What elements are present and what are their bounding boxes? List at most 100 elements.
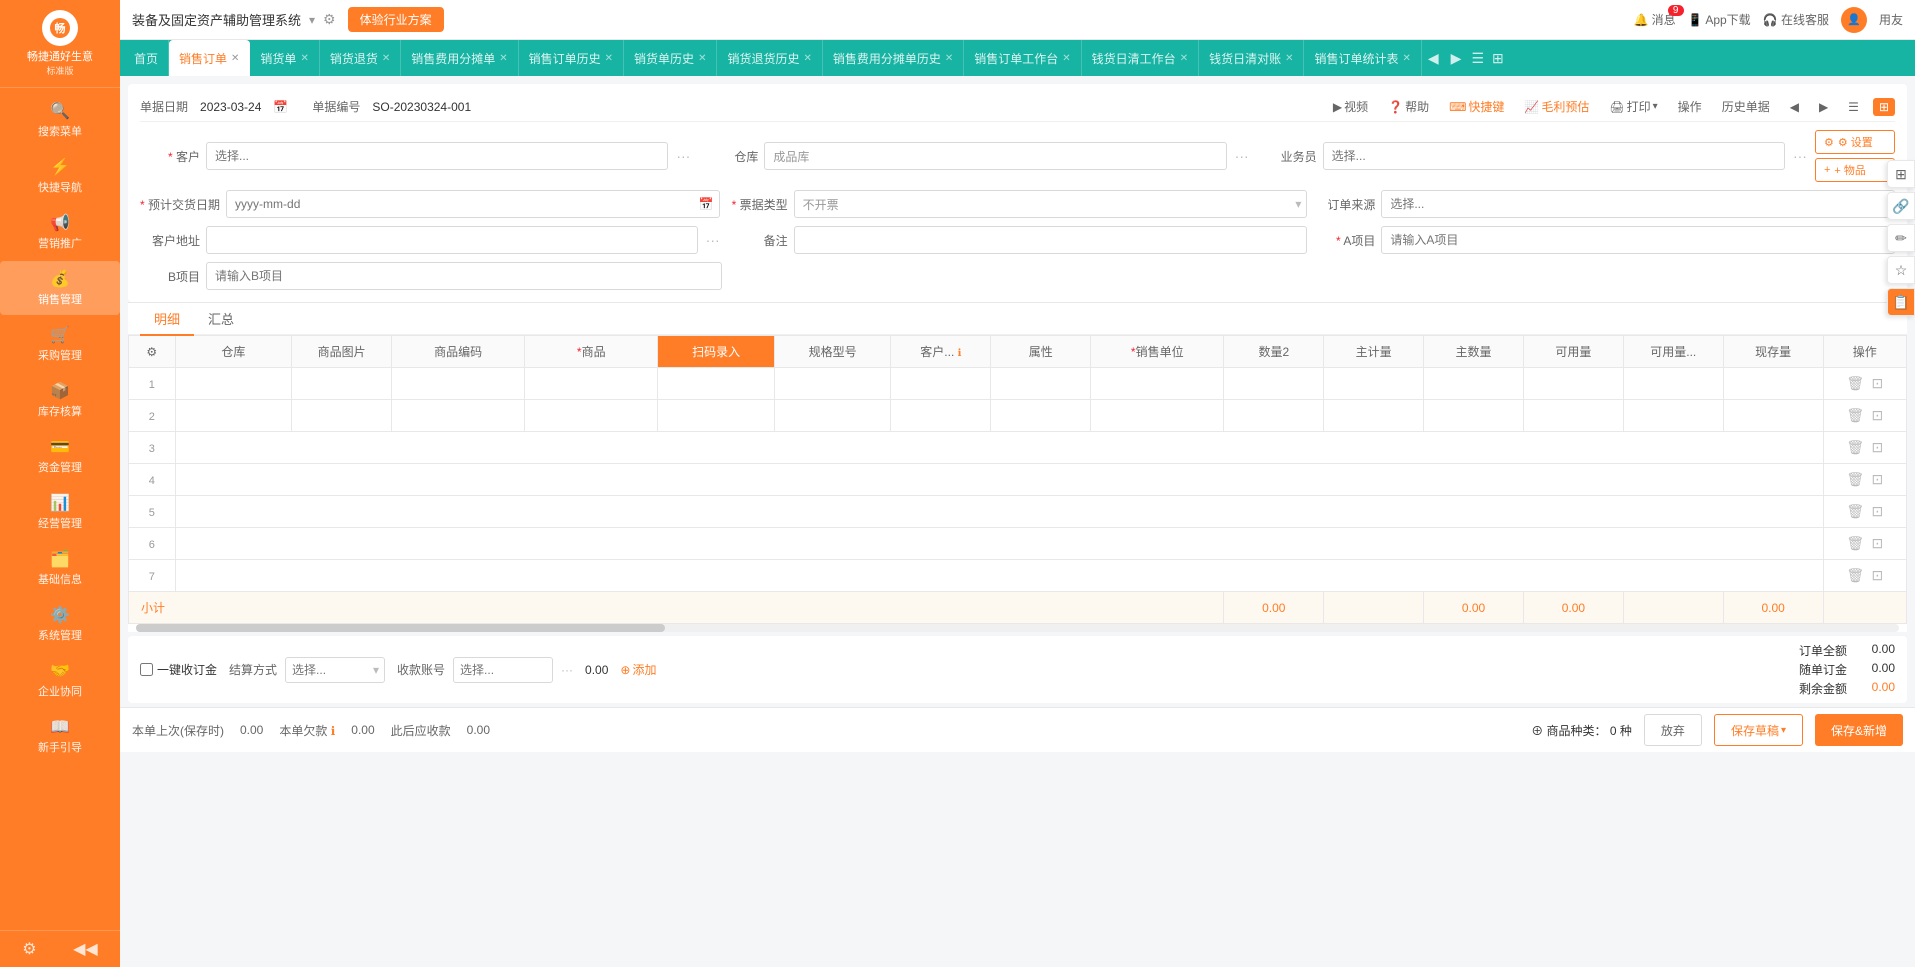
tab-close-icon-10[interactable]: ✕ xyxy=(1180,53,1188,64)
sidebar-item-search[interactable]: 🔍 搜索菜单 xyxy=(0,93,120,147)
cell-spec-2[interactable] xyxy=(774,400,891,432)
discard-button[interactable]: 放弃 xyxy=(1644,714,1702,746)
tab-sales-order[interactable]: 销售订单 ✕ xyxy=(169,40,250,76)
history-btn[interactable]: 历史单据 xyxy=(1716,96,1776,117)
cell-image-1[interactable] xyxy=(292,368,392,400)
tab-close-icon-3[interactable]: ✕ xyxy=(382,53,390,64)
remark-input[interactable] xyxy=(794,226,1308,254)
cell-code-1[interactable] xyxy=(392,368,525,400)
sidebar-item-marketing[interactable]: 📢 营销推广 xyxy=(0,205,120,259)
table-scrollbar-thumb[interactable] xyxy=(136,624,665,632)
cell-custcode-1[interactable] xyxy=(891,368,991,400)
next-record-btn[interactable]: ▶ xyxy=(1813,98,1834,116)
help-btn[interactable]: ❓ 帮助 xyxy=(1382,96,1435,117)
customer-addr-input[interactable] xyxy=(206,226,698,254)
sidebar-collapse-icon[interactable]: ◀◀ xyxy=(73,939,98,959)
invoice-input[interactable] xyxy=(794,190,1308,218)
cell-warehouse-2[interactable] xyxy=(175,400,292,432)
avatar[interactable]: 👤 xyxy=(1841,7,1867,33)
cell-main-unit-1[interactable] xyxy=(1324,368,1424,400)
cell-product-2[interactable] xyxy=(525,400,658,432)
addr-more-icon[interactable]: ··· xyxy=(706,232,720,248)
row-delete-icon-3[interactable]: 🗑 xyxy=(1846,439,1864,455)
tab-nav-maximize[interactable]: ⊞ xyxy=(1488,50,1508,67)
staff-input[interactable] xyxy=(1323,142,1785,170)
save-new-button[interactable]: 保存&新增 xyxy=(1815,714,1903,746)
bank-more-icon[interactable]: ··· xyxy=(561,663,573,677)
settings-button[interactable]: ⚙ ⚙ 设置 xyxy=(1815,130,1895,154)
view-btn[interactable]: ▶ 视频 xyxy=(1327,96,1374,117)
topbar-dropdown-icon[interactable]: ▾ xyxy=(309,13,315,27)
print-dropdown-icon[interactable]: ▾ xyxy=(1653,101,1658,112)
right-panel-btn-5[interactable]: 📋 xyxy=(1887,288,1915,316)
row-delete-icon-2[interactable]: 🗑 xyxy=(1846,407,1864,423)
tab-nav-right[interactable]: ▶ xyxy=(1445,40,1468,76)
save-draft-button[interactable]: 保存草稿 ▾ xyxy=(1714,714,1803,746)
tab-sales-invoice[interactable]: 销货单 ✕ xyxy=(250,40,319,76)
tab-order-history[interactable]: 销售订单历史 ✕ xyxy=(519,40,624,76)
row-delete-icon-4[interactable]: 🗑 xyxy=(1846,471,1864,487)
sidebar-item-basic-info[interactable]: 🗂️ 基础信息 xyxy=(0,541,120,595)
tab-close-icon-6[interactable]: ✕ xyxy=(698,53,706,64)
tab-close-icon-12[interactable]: ✕ xyxy=(1403,53,1411,64)
tab-stats[interactable]: 销售订单统计表 ✕ xyxy=(1304,40,1421,76)
tab-close-icon-5[interactable]: ✕ xyxy=(605,53,613,64)
sidebar-item-system[interactable]: ⚙️ 系统管理 xyxy=(0,597,120,651)
sidebar-item-inventory[interactable]: 📦 库存核算 xyxy=(0,373,120,427)
warehouse-more-icon[interactable]: ··· xyxy=(1235,148,1249,164)
table-scrollbar[interactable] xyxy=(136,624,1899,632)
cell-avail-2[interactable] xyxy=(1523,400,1623,432)
print-btn[interactable]: 🖨 打印 ▾ xyxy=(1603,96,1663,117)
tab-close-icon-8[interactable]: ✕ xyxy=(945,53,953,64)
tab-close-icon-2[interactable]: ✕ xyxy=(300,53,308,64)
row-delete-icon-7[interactable]: 🗑 xyxy=(1846,567,1864,583)
app-download-link[interactable]: 📱 App下载 xyxy=(1688,11,1751,28)
cell-main-qty-1[interactable] xyxy=(1424,368,1524,400)
solution-button[interactable]: 体验行业方案 xyxy=(348,7,444,32)
sidebar-item-purchase[interactable]: 🛒 采购管理 xyxy=(0,317,120,371)
sidebar-item-cooperation[interactable]: 🤝 企业协同 xyxy=(0,653,120,707)
warehouse-input[interactable] xyxy=(764,142,1226,170)
tab-detail[interactable]: 明细 xyxy=(140,303,194,336)
sidebar-item-operations[interactable]: 📊 经营管理 xyxy=(0,485,120,539)
row-copy-icon-5[interactable]: ⊡ xyxy=(1871,503,1883,519)
save-draft-dropdown-icon[interactable]: ▾ xyxy=(1781,725,1786,736)
list-view-btn[interactable]: ☰ xyxy=(1842,98,1865,116)
tab-invoice-history[interactable]: 销货单历史 ✕ xyxy=(624,40,717,76)
cell-stock-2[interactable] xyxy=(1723,400,1823,432)
col-scan[interactable]: 扫码录入 xyxy=(658,336,775,368)
tab-workbench[interactable]: 销售订单工作台 ✕ xyxy=(964,40,1081,76)
right-panel-btn-2[interactable]: 🔗 xyxy=(1887,192,1915,220)
bank-input[interactable] xyxy=(453,657,553,683)
tab-summary[interactable]: 汇总 xyxy=(194,303,248,336)
tab-nav-left[interactable]: ◀ xyxy=(1422,40,1445,76)
tab-sales-return[interactable]: 销货退货 ✕ xyxy=(320,40,401,76)
sidebar-item-sales[interactable]: 💰 销售管理 xyxy=(0,261,120,315)
add-payment-button[interactable]: ⊕ 添加 xyxy=(620,661,656,678)
row-copy-icon-7[interactable]: ⊡ xyxy=(1871,567,1883,583)
row-delete-icon-5[interactable]: 🗑 xyxy=(1846,503,1864,519)
cell-main-qty-2[interactable] xyxy=(1424,400,1524,432)
cell-custcode-2[interactable] xyxy=(891,400,991,432)
row-delete-icon-6[interactable]: 🗑 xyxy=(1846,535,1864,551)
right-panel-btn-1[interactable]: ⊞ xyxy=(1887,160,1915,188)
calendar-icon[interactable]: 📅 xyxy=(273,100,288,114)
tab-close-icon-7[interactable]: ✕ xyxy=(803,53,811,64)
cell-avail-1[interactable] xyxy=(1523,368,1623,400)
tab-nav-menu[interactable]: ☰ xyxy=(1467,50,1488,67)
tab-close-icon-9[interactable]: ✕ xyxy=(1062,53,1070,64)
notice-badge[interactable]: 🔔 9 消息 xyxy=(1634,11,1676,28)
project-b-input[interactable] xyxy=(206,262,722,290)
cell-scan-1[interactable] xyxy=(658,368,775,400)
cell-qty2-1[interactable] xyxy=(1224,368,1324,400)
row-copy-icon-3[interactable]: ⊡ xyxy=(1871,439,1883,455)
cell-stock-1[interactable] xyxy=(1723,368,1823,400)
tab-close-icon-4[interactable]: ✕ xyxy=(499,53,507,64)
row-copy-icon-4[interactable]: ⊡ xyxy=(1871,471,1883,487)
cell-image-2[interactable] xyxy=(292,400,392,432)
tab-close-icon[interactable]: ✕ xyxy=(231,53,239,64)
cell-spec-1[interactable] xyxy=(774,368,891,400)
tab-home[interactable]: 首页 xyxy=(124,40,169,76)
staff-more-icon[interactable]: ··· xyxy=(1793,148,1807,164)
tab-close-icon-11[interactable]: ✕ xyxy=(1285,53,1293,64)
